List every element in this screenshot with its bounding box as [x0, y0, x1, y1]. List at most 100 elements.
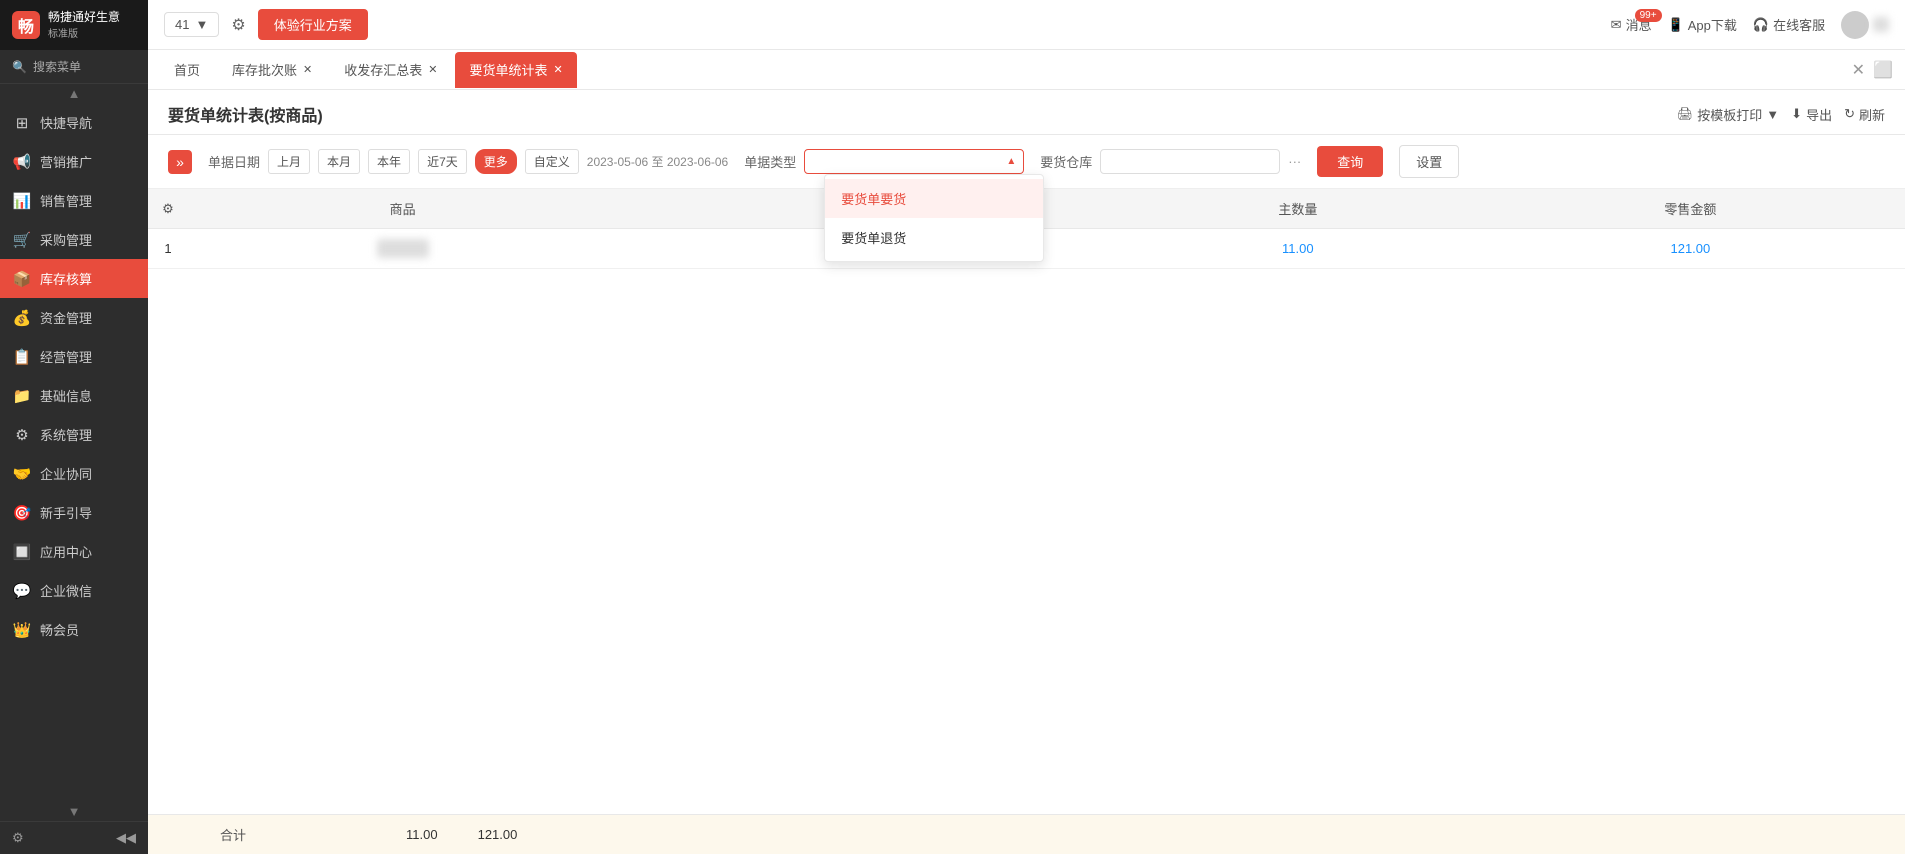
table-footer: 合计 11.00 121.00 [148, 814, 1905, 854]
app-logo-icon: 畅 [12, 11, 40, 39]
sidebar-item-label: 库存核算 [40, 269, 92, 288]
refresh-icon: ↻ [1844, 106, 1855, 122]
sidebar-search[interactable]: 🔍 搜索菜单 [0, 50, 148, 84]
sidebar-item-basics[interactable]: 📁 基础信息 [0, 376, 148, 415]
date-btn-last-month[interactable]: 上月 [268, 149, 310, 174]
tab-receivables-label: 收发存汇总表 [344, 60, 422, 79]
tab-batch-close[interactable]: ✕ [303, 63, 312, 76]
sidebar-item-label: 新手引导 [40, 503, 92, 522]
date-range-text: 2023-05-06 至 2023-06-06 [587, 153, 728, 170]
sales-icon: 📊 [12, 192, 32, 210]
cell-amount[interactable]: 121.00 [1476, 229, 1905, 269]
warehouse-select-input[interactable] [1100, 149, 1280, 174]
sidebar-scroll-down[interactable]: ▼ [0, 802, 148, 821]
date-filter-label: 单据日期 [208, 152, 260, 171]
sidebar-item-purchase[interactable]: 🛒 采购管理 [0, 220, 148, 259]
maximize-window-icon[interactable]: ⬜ [1873, 60, 1893, 80]
sidebar-item-enterprise[interactable]: 🤝 企业协同 [0, 454, 148, 493]
date-btn-this-year[interactable]: 本年 [368, 149, 410, 174]
marketing-icon: 📢 [12, 153, 32, 171]
collapse-icon[interactable]: ◀◀ [116, 830, 136, 846]
product-name: 商品名称 [377, 239, 429, 258]
sidebar-scroll-up[interactable]: ▲ [0, 84, 148, 103]
user-avatar[interactable]: Rit [1841, 11, 1889, 39]
chevron-down-icon: ▼ [1766, 107, 1779, 122]
message-item[interactable]: ✉ 消息 99+ [1611, 15, 1652, 34]
branch-selector[interactable]: 41 ▼ [164, 12, 219, 37]
type-filter-group: 单据类型 要货单要货 要货单退货 [744, 149, 1024, 174]
type-dropdown-menu: 要货单要货 要货单退货 [824, 174, 1044, 262]
dropdown-item-order-label: 要货单要货 [841, 192, 906, 207]
date-btn-custom[interactable]: 自定义 [525, 149, 579, 174]
sidebar-logo: 畅 畅捷通好生意 标准版 [0, 0, 148, 50]
type-filter-label: 单据类型 [744, 152, 796, 171]
col-settings[interactable]: ⚙ [148, 189, 188, 229]
sidebar-item-shortcut[interactable]: ⊞ 快捷导航 [0, 103, 148, 142]
sidebar-item-label: 系统管理 [40, 425, 92, 444]
enterprise-icon: 🤝 [12, 465, 32, 483]
tab-home-label: 首页 [174, 60, 200, 79]
date-btn-this-month[interactable]: 本月 [318, 149, 360, 174]
query-button[interactable]: 查询 [1317, 146, 1383, 177]
tab-batch[interactable]: 库存批次账 ✕ [218, 52, 326, 88]
more-options-icon[interactable]: ··· [1288, 154, 1301, 169]
app-version: 标准版 [48, 25, 120, 40]
dropdown-item-order[interactable]: 要货单要货 [825, 179, 1043, 218]
refresh-button[interactable]: ↻ 刷新 [1844, 105, 1885, 124]
settings-icon[interactable]: ⚙ [12, 830, 24, 846]
printer-icon: 🖨 [1677, 106, 1694, 122]
sidebar-item-apps[interactable]: 🔲 应用中心 [0, 532, 148, 571]
date-filter-group: 单据日期 上月 本月 本年 近7天 更多 自定义 2023-05-06 至 20… [208, 149, 728, 174]
top-header: 41 ▼ ⚙ 体验行业方案 ✉ 消息 99+ 📱 App下载 🎧 在线客服 R [148, 0, 1905, 50]
close-window-icon[interactable]: ✕ [1852, 60, 1865, 80]
cell-no: 1 [148, 229, 188, 269]
sidebar-item-label: 畅会员 [40, 620, 79, 639]
shortcut-icon: ⊞ [12, 114, 32, 132]
sidebar-item-finance[interactable]: 💰 资金管理 [0, 298, 148, 337]
settings-button[interactable]: 设置 [1399, 145, 1459, 178]
tab-home[interactable]: 首页 [160, 52, 214, 88]
tab-receivables-close[interactable]: ✕ [428, 63, 437, 76]
sidebar-item-system[interactable]: ⚙ 系统管理 [0, 415, 148, 454]
footer-total-quantity: 11.00 [406, 827, 438, 842]
header-right: ✉ 消息 99+ 📱 App下载 🎧 在线客服 Rit [1611, 11, 1889, 39]
filter-toggle-btn[interactable]: » [168, 150, 192, 174]
sidebar-item-wechat[interactable]: 💬 企业微信 [0, 571, 148, 610]
page-actions: 🖨 按模板打印 ▼ ⬇ 导出 ↻ 刷新 [1677, 105, 1885, 124]
sidebar-item-label: 销售管理 [40, 191, 92, 210]
sidebar-item-operations[interactable]: 📋 经营管理 [0, 337, 148, 376]
tab-demand[interactable]: 要货单统计表 ✕ [455, 52, 576, 88]
sidebar: 畅 畅捷通好生意 标准版 🔍 搜索菜单 ▲ ⊞ 快捷导航 📢 营销推广 📊 销售… [0, 0, 148, 854]
online-service-item[interactable]: 🎧 在线客服 [1753, 15, 1825, 34]
dropdown-item-return[interactable]: 要货单退货 [825, 218, 1043, 257]
app-name: 畅捷通好生意 [48, 10, 120, 26]
type-select-input[interactable] [804, 149, 1024, 174]
print-button[interactable]: 🖨 按模板打印 ▼ [1677, 105, 1779, 124]
warehouse-filter-label: 要货仓库 [1040, 152, 1092, 171]
export-button[interactable]: ⬇ 导出 [1791, 105, 1832, 124]
date-btn-more[interactable]: 更多 [475, 149, 517, 174]
branch-number: 41 [175, 17, 189, 32]
sidebar-item-marketing[interactable]: 📢 营销推广 [0, 142, 148, 181]
col-product: 商品 [188, 189, 617, 229]
type-select-wrapper[interactable] [804, 149, 1024, 174]
tab-demand-close[interactable]: ✕ [554, 63, 563, 76]
tabs-bar: 首页 库存批次账 ✕ 收发存汇总表 ✕ 要货单统计表 ✕ ✕ ⬜ [148, 50, 1905, 90]
sidebar-item-inventory[interactable]: 📦 库存核算 [0, 259, 148, 298]
promo-button[interactable]: 体验行业方案 [258, 9, 368, 40]
cell-quantity[interactable]: 11.00 [1120, 229, 1476, 269]
page-title: 要货单统计表(按商品) [168, 102, 323, 126]
sidebar-item-label: 经营管理 [40, 347, 92, 366]
member-icon: 👑 [12, 621, 32, 639]
header-gear-icon[interactable]: ⚙ [231, 15, 245, 35]
sidebar-item-member[interactable]: 👑 畅会员 [0, 610, 148, 649]
sidebar-item-guide[interactable]: 🎯 新手引导 [0, 493, 148, 532]
sidebar-item-sales[interactable]: 📊 销售管理 [0, 181, 148, 220]
tab-receivables[interactable]: 收发存汇总表 ✕ [330, 52, 451, 88]
app-download-item[interactable]: 📱 App下载 [1668, 15, 1737, 34]
sidebar-bottom: ⚙ ◀◀ [0, 821, 148, 854]
col-quantity: 主数量 [1120, 189, 1476, 229]
date-btn-7days[interactable]: 近7天 [418, 149, 467, 174]
system-icon: ⚙ [12, 426, 32, 444]
page-content: 要货单统计表(按商品) 🖨 按模板打印 ▼ ⬇ 导出 ↻ 刷新 » [148, 90, 1905, 854]
